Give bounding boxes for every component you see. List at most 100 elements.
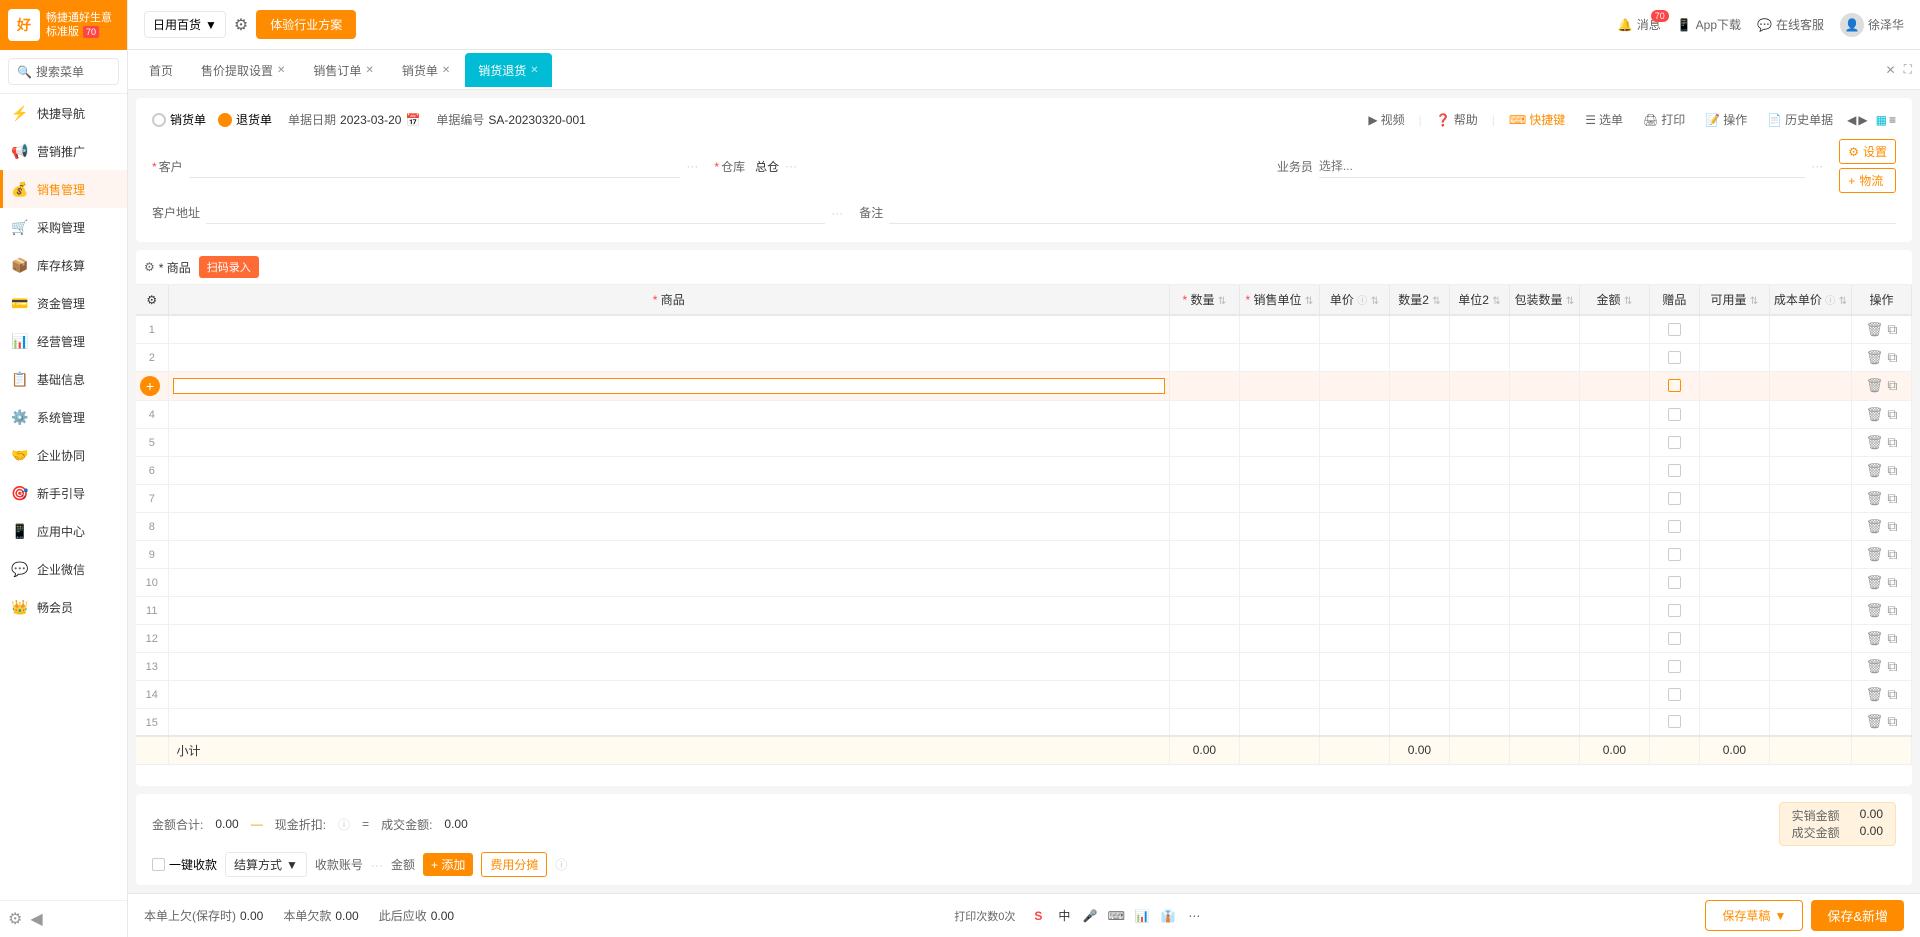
copy-icon[interactable]: ⧉ [1887, 434, 1897, 451]
tab-close-icon[interactable]: ✕ [365, 65, 373, 76]
discount-help-icon[interactable]: ⓘ [338, 816, 350, 833]
warehouse-select-icon[interactable]: ··· [785, 159, 797, 173]
price-cell[interactable] [1319, 343, 1389, 371]
customer-input[interactable] [189, 155, 681, 178]
save-draft-button[interactable]: 保存草稿 ▼ [1705, 900, 1803, 931]
sidebar-item-business[interactable]: 📊 经营管理 [0, 322, 127, 360]
calc-method-button[interactable]: 结算方式 ▼ [225, 852, 307, 877]
price-cell[interactable] [1319, 371, 1389, 400]
maximize-icon[interactable]: ⛶ [1904, 62, 1912, 77]
tab-close-icon[interactable]: ✕ [277, 65, 285, 76]
select-button[interactable]: ☰ 选单 [1579, 108, 1629, 131]
delete-icon[interactable]: 🗑 [1866, 377, 1884, 394]
gift-cell[interactable] [1649, 343, 1699, 371]
address-select-icon[interactable]: ··· [831, 206, 843, 220]
user-profile-button[interactable]: 👤 徐泽华 [1840, 13, 1904, 37]
unit2-cell[interactable] [1449, 343, 1509, 371]
goods-input-cell[interactable] [168, 371, 1169, 400]
copy-icon[interactable]: ⧉ [1887, 630, 1897, 647]
available-cell[interactable] [1699, 343, 1769, 371]
search-menu-button[interactable]: 🔍 搜索菜单 [8, 58, 119, 85]
delete-icon[interactable]: 🗑 [1866, 490, 1884, 507]
save-new-button[interactable]: 保存&新增 [1811, 900, 1904, 931]
goods-cell[interactable] [168, 315, 1169, 343]
video-button[interactable]: ▶ 视频 [1362, 108, 1410, 131]
history-button[interactable]: 📄 历史单据 [1761, 108, 1839, 131]
unit-cell[interactable] [1239, 315, 1319, 343]
tab-sales-delivery[interactable]: 销货单 ✕ [389, 53, 463, 87]
copy-icon[interactable]: ⧉ [1887, 602, 1897, 619]
qty-cell[interactable] [1169, 371, 1239, 400]
copy-icon[interactable]: ⧉ [1887, 377, 1897, 394]
price-cell[interactable] [1319, 315, 1389, 343]
unit2-cell[interactable] [1449, 371, 1509, 400]
logistics-button[interactable]: + 物流 [1839, 168, 1896, 193]
next-icon[interactable]: ▶ [1858, 113, 1867, 127]
delete-icon[interactable]: 🗑 [1866, 713, 1884, 730]
cost-price-cell[interactable] [1769, 315, 1851, 343]
settings-button[interactable]: ⚙ 设置 [1839, 139, 1896, 164]
quick-pay-checkbox[interactable]: 一键收款 [152, 856, 217, 873]
tab-sales-order[interactable]: 销售订单 ✕ [300, 53, 386, 87]
cost-price-cell[interactable] [1769, 371, 1851, 400]
gift-cell[interactable] [1649, 371, 1699, 400]
settings-icon[interactable]: ⚙ [8, 909, 22, 929]
delete-icon[interactable]: 🗑 [1866, 630, 1884, 647]
sidebar-item-newbie[interactable]: 🎯 新手引导 [0, 474, 127, 512]
qty-cell[interactable] [1169, 343, 1239, 371]
qty-cell[interactable] [1169, 315, 1239, 343]
fee-help-icon[interactable]: ⓘ [555, 856, 567, 873]
unit2-cell[interactable] [1449, 315, 1509, 343]
available-cell[interactable] [1699, 315, 1769, 343]
amount-cell[interactable] [1579, 371, 1649, 400]
tab-sales-return[interactable]: 销货退货 ✕ [465, 53, 551, 87]
sidebar-item-wechat[interactable]: 💬 企业微信 [0, 550, 127, 588]
grid-view-icon[interactable]: ▦ [1876, 113, 1887, 127]
add-row-button[interactable]: + [140, 376, 160, 396]
copy-icon[interactable]: ⧉ [1887, 406, 1897, 423]
account-select-icon[interactable]: ··· [371, 858, 383, 872]
tab-price-settings[interactable]: 售价提取设置 ✕ [188, 53, 298, 87]
copy-icon[interactable]: ⧉ [1887, 462, 1897, 479]
goods-cell[interactable] [168, 343, 1169, 371]
sidebar-item-inventory[interactable]: 📦 库存核算 [0, 246, 127, 284]
delete-icon[interactable]: 🗑 [1866, 434, 1884, 451]
notification-button[interactable]: 🔔 消息 70 [1618, 16, 1661, 33]
scan-barcode-button[interactable]: 扫码录入 [199, 256, 259, 278]
delete-icon[interactable]: 🗑 [1866, 349, 1884, 366]
address-input[interactable] [206, 201, 825, 224]
experience-button[interactable]: 体验行业方案 [256, 10, 356, 39]
delete-icon[interactable]: 🗑 [1866, 546, 1884, 563]
sidebar-item-system[interactable]: ⚙️ 系统管理 [0, 398, 127, 436]
delete-icon[interactable]: 🗑 [1866, 658, 1884, 675]
copy-icon[interactable]: ⧉ [1887, 546, 1897, 563]
sidebar-item-shortcut[interactable]: ⚡ 快捷导航 [0, 94, 127, 132]
help-button[interactable]: ❓ 帮助 [1430, 108, 1484, 131]
delete-icon[interactable]: 🗑 [1866, 518, 1884, 535]
print-button[interactable]: 🖨 打印 [1637, 108, 1691, 131]
copy-icon[interactable]: ⧉ [1887, 490, 1897, 507]
copy-icon[interactable]: ⧉ [1887, 713, 1897, 730]
fee-split-button[interactable]: 费用分摊 [481, 852, 547, 877]
delete-icon[interactable]: 🗑 [1866, 686, 1884, 703]
delete-icon[interactable]: 🗑 [1866, 602, 1884, 619]
qty2-cell[interactable] [1389, 371, 1449, 400]
remark-input[interactable] [889, 201, 1896, 224]
goods-input[interactable] [173, 378, 1165, 394]
add-fee-button[interactable]: + 添加 [423, 853, 473, 876]
copy-icon[interactable]: ⧉ [1887, 518, 1897, 535]
pack-qty-cell[interactable] [1509, 371, 1579, 400]
delete-icon[interactable]: 🗑 [1866, 321, 1884, 338]
sidebar-item-purchase[interactable]: 🛒 采购管理 [0, 208, 127, 246]
online-service-button[interactable]: 💬 在线客服 [1757, 16, 1824, 33]
delete-icon[interactable]: 🗑 [1866, 462, 1884, 479]
list-view-icon[interactable]: ≡ [1889, 113, 1896, 127]
copy-icon[interactable]: ⧉ [1887, 658, 1897, 675]
tab-home[interactable]: 首页 [136, 53, 186, 87]
copy-icon[interactable]: ⧉ [1887, 349, 1897, 366]
available-cell[interactable] [1699, 371, 1769, 400]
customer-select-icon[interactable]: ··· [686, 159, 698, 173]
industry-selector[interactable]: 日用百货 ▼ [144, 11, 226, 38]
unit-cell[interactable] [1239, 371, 1319, 400]
sidebar-item-marketing[interactable]: 📢 营销推广 [0, 132, 127, 170]
